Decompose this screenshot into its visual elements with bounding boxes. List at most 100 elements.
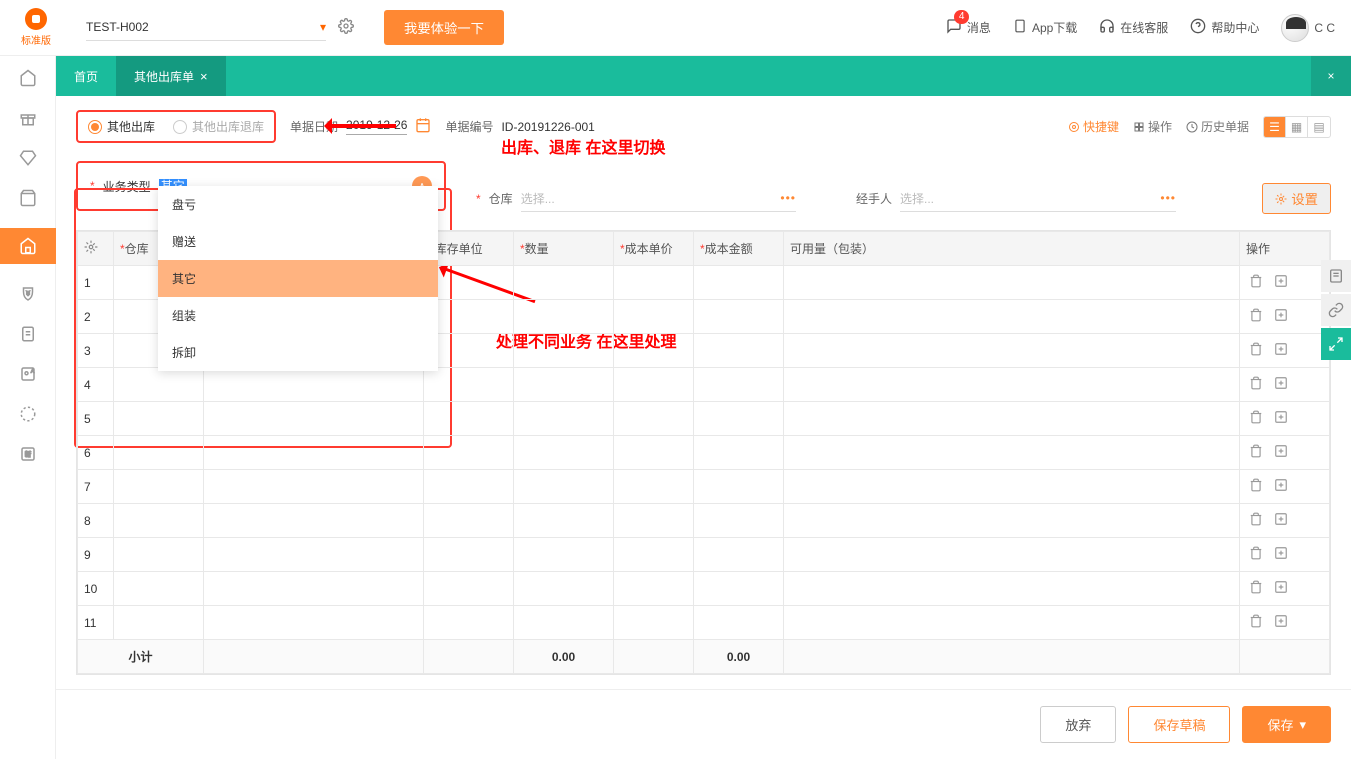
dropdown-item-zuzhuang[interactable]: 组装 [158, 297, 438, 334]
add-row-icon[interactable] [1274, 308, 1290, 324]
handler-input[interactable]: 选择... ••• [900, 186, 1176, 212]
delete-icon[interactable] [1249, 308, 1265, 324]
table-row[interactable]: 5 [78, 402, 1330, 436]
cell-code[interactable] [204, 436, 424, 470]
cell-amount[interactable] [694, 606, 784, 640]
cell-amount[interactable] [694, 334, 784, 368]
delete-icon[interactable] [1249, 376, 1265, 392]
tab-other-outbound[interactable]: 其他出库单 × [116, 56, 226, 96]
view-card-icon[interactable]: ▤ [1308, 117, 1330, 137]
delete-icon[interactable] [1249, 444, 1265, 460]
cell-available[interactable] [784, 470, 1240, 504]
add-row-icon[interactable] [1274, 580, 1290, 596]
add-row-icon[interactable] [1274, 512, 1290, 528]
cell-cost[interactable] [614, 606, 694, 640]
cell-available[interactable] [784, 538, 1240, 572]
save-button[interactable]: 保存 ▾ [1242, 706, 1331, 743]
delete-icon[interactable] [1249, 410, 1265, 426]
more-icon[interactable]: ••• [780, 191, 796, 205]
cell-warehouse[interactable] [114, 470, 204, 504]
radio-other-return[interactable]: 其他出库退库 [173, 118, 264, 135]
cell-available[interactable] [784, 368, 1240, 402]
cell-amount[interactable] [694, 470, 784, 504]
cell-warehouse[interactable] [114, 504, 204, 538]
cell-qty[interactable] [514, 572, 614, 606]
delete-icon[interactable] [1249, 478, 1265, 494]
rail-link-icon[interactable] [1321, 294, 1351, 326]
dropdown-item-chaixie[interactable]: 拆卸 [158, 334, 438, 371]
app-download-link[interactable]: App下载 [1013, 18, 1077, 37]
table-row[interactable]: 11 [78, 606, 1330, 640]
cell-code[interactable] [204, 572, 424, 606]
add-row-icon[interactable] [1274, 478, 1290, 494]
cell-cost[interactable] [614, 334, 694, 368]
delete-icon[interactable] [1249, 546, 1265, 562]
nav-new-icon[interactable]: 新 [18, 444, 38, 464]
delete-icon[interactable] [1249, 342, 1265, 358]
cell-cost[interactable] [614, 470, 694, 504]
cell-cost[interactable] [614, 572, 694, 606]
cell-cost[interactable] [614, 368, 694, 402]
cell-unit[interactable] [424, 572, 514, 606]
delete-icon[interactable] [1249, 580, 1265, 596]
calendar-icon[interactable] [415, 117, 431, 136]
cell-available[interactable] [784, 402, 1240, 436]
cell-unit[interactable] [424, 606, 514, 640]
rail-expand-icon[interactable] [1321, 328, 1351, 360]
cell-available[interactable] [784, 334, 1240, 368]
radio-other-outbound[interactable]: 其他出库 [88, 118, 155, 135]
org-selector[interactable]: TEST-H002 ▾ [86, 14, 326, 41]
cell-warehouse[interactable] [114, 538, 204, 572]
cell-amount[interactable] [694, 504, 784, 538]
cell-warehouse[interactable] [114, 368, 204, 402]
cell-qty[interactable] [514, 538, 614, 572]
delete-icon[interactable] [1249, 614, 1265, 630]
col-gear[interactable] [78, 232, 114, 266]
table-row[interactable]: 6 [78, 436, 1330, 470]
cell-warehouse[interactable] [114, 572, 204, 606]
cell-unit[interactable] [424, 470, 514, 504]
cell-cost[interactable] [614, 402, 694, 436]
cell-qty[interactable] [514, 436, 614, 470]
cell-amount[interactable] [694, 538, 784, 572]
shortcut-link[interactable]: 快捷键 [1068, 118, 1119, 135]
cell-cost[interactable] [614, 436, 694, 470]
dropdown-item-zengsong[interactable]: 赠送 [158, 223, 438, 260]
nav-clipboard-icon[interactable] [18, 324, 38, 344]
tab-home[interactable]: 首页 [56, 56, 116, 96]
close-icon[interactable]: × [200, 69, 208, 84]
cell-qty[interactable] [514, 470, 614, 504]
nav-money-icon[interactable]: ¥ [18, 284, 38, 304]
dropdown-item-qita[interactable]: 其它 [158, 260, 438, 297]
cell-qty[interactable] [514, 300, 614, 334]
nav-circle-icon[interactable] [18, 404, 38, 424]
cell-cost[interactable] [614, 504, 694, 538]
table-row[interactable]: 10 [78, 572, 1330, 606]
warehouse-input[interactable]: 选择... ••• [521, 186, 796, 212]
cell-code[interactable] [204, 402, 424, 436]
cell-code[interactable] [204, 504, 424, 538]
user-menu[interactable]: C C [1281, 14, 1335, 42]
cell-qty[interactable] [514, 606, 614, 640]
add-row-icon[interactable] [1274, 444, 1290, 460]
cell-warehouse[interactable] [114, 436, 204, 470]
tabs-close-all[interactable]: × [1311, 56, 1351, 96]
nav-contact-icon[interactable]: A [18, 364, 38, 384]
cell-warehouse[interactable] [114, 606, 204, 640]
rail-note-icon[interactable] [1321, 260, 1351, 292]
cell-unit[interactable] [424, 402, 514, 436]
cell-qty[interactable] [514, 368, 614, 402]
cell-cost[interactable] [614, 300, 694, 334]
cell-code[interactable] [204, 538, 424, 572]
history-link[interactable]: 历史单据 [1186, 118, 1249, 135]
table-row[interactable]: 7 [78, 470, 1330, 504]
settings-button[interactable]: 设置 [1262, 183, 1331, 214]
delete-icon[interactable] [1249, 274, 1265, 290]
cell-amount[interactable] [694, 368, 784, 402]
cell-code[interactable] [204, 606, 424, 640]
cell-amount[interactable] [694, 436, 784, 470]
cell-amount[interactable] [694, 402, 784, 436]
help-center-link[interactable]: 帮助中心 [1190, 18, 1259, 37]
add-row-icon[interactable] [1274, 410, 1290, 426]
cell-unit[interactable] [424, 504, 514, 538]
